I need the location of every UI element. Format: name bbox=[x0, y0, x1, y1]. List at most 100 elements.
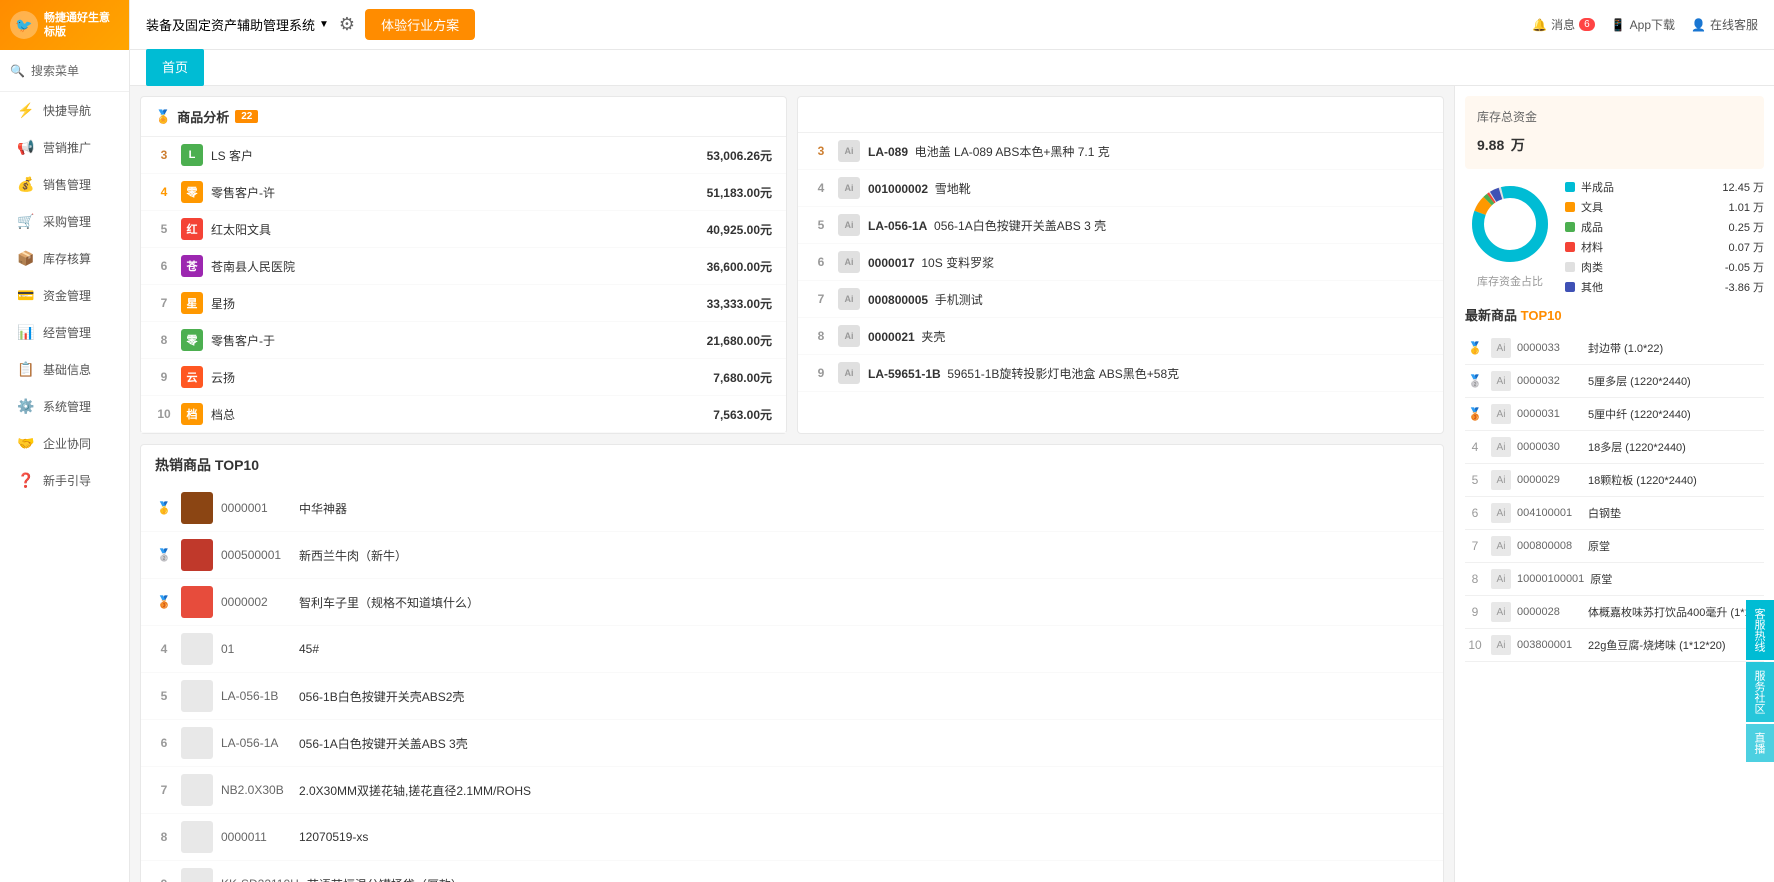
product-icon: Ai bbox=[838, 177, 860, 199]
product-code: LA-056-1A bbox=[221, 736, 291, 750]
rank-row[interactable]: 7 星 星扬 33,333.00元 bbox=[141, 285, 786, 322]
legend-item: 肉类 -0.05 万 bbox=[1565, 259, 1764, 275]
hot-row[interactable]: 5 LA-056-1B 056-1B白色按键开关壳ABS2壳 bbox=[141, 673, 1443, 720]
sidebar-item-guide[interactable]: ❓ 新手引导 bbox=[0, 462, 129, 499]
new-item[interactable]: 🥇 Ai 0000033 封边带 (1.0*22) bbox=[1465, 332, 1764, 365]
sidebar-item-basic[interactable]: 📋 基础信息 bbox=[0, 351, 129, 388]
experience-btn[interactable]: 体验行业方案 bbox=[365, 9, 475, 40]
sidebar-item-coop[interactable]: 🤝 企业协同 bbox=[0, 425, 129, 462]
hot-row[interactable]: 9 KK-SD22110H 花语萌恒温分罐桶袋（厚款） bbox=[141, 861, 1443, 882]
online-service-btn[interactable]: 👤 在线客服 bbox=[1691, 16, 1758, 33]
product-img bbox=[181, 680, 213, 712]
rank-row[interactable]: 3 L LS 客户 53,006.26元 bbox=[141, 137, 786, 174]
topbar: 装备及固定资产辅助管理系统 ▼ ⚙ 体验行业方案 🔔 消息 6 📱 App下载 … bbox=[130, 0, 1774, 50]
basic-icon: 📋 bbox=[17, 361, 35, 378]
float-service-menu: 客服热线 服务社区 直播 bbox=[1746, 600, 1774, 762]
rank-row[interactable]: 5 Ai LA-056-1A 056-1A白色按键开关盖ABS 3 壳 bbox=[798, 207, 1443, 244]
sidebar-item-operation[interactable]: 📊 经营管理 bbox=[0, 314, 129, 351]
rank-row[interactable]: 3 Ai LA-089 电池盖 LA-089 ABS本色+黑种 7.1 克 bbox=[798, 133, 1443, 170]
product-code: 004100001 bbox=[1517, 507, 1582, 519]
notifications-btn[interactable]: 🔔 消息 6 bbox=[1532, 16, 1595, 33]
new-item[interactable]: 4 Ai 0000030 18多层 (1220*2440) bbox=[1465, 431, 1764, 464]
product-name: 056-1B白色按键开关壳ABS2壳 bbox=[299, 688, 1429, 705]
hot-row[interactable]: 🥇 0000001 中华神器 bbox=[141, 485, 1443, 532]
app-download-btn[interactable]: 📱 App下载 bbox=[1611, 16, 1675, 33]
rank-row[interactable]: 9 云 云扬 7,680.00元 bbox=[141, 359, 786, 396]
service-icon: 👤 bbox=[1691, 18, 1706, 32]
rank-row[interactable]: 4 Ai 001000002 雪地靴 bbox=[798, 170, 1443, 207]
legend-item: 其他 -3.86 万 bbox=[1565, 279, 1764, 295]
rank-number: 6 bbox=[812, 255, 830, 269]
product-img bbox=[181, 821, 213, 853]
hot-row[interactable]: 4 01 45# bbox=[141, 626, 1443, 673]
float-live[interactable]: 直播 bbox=[1746, 724, 1774, 762]
rank-row[interactable]: 4 零 零售客户-许 51,183.00元 bbox=[141, 174, 786, 211]
product-icon: Ai bbox=[838, 362, 860, 384]
rank-name: LA-59651-1B 59651-1B旋转投影灯电池盒 ABS黑色+58克 bbox=[868, 365, 1429, 382]
avatar: 零 bbox=[181, 181, 203, 203]
rank-number: 🥈 bbox=[1465, 374, 1485, 388]
sidebar-item-finance[interactable]: 💳 资金管理 bbox=[0, 277, 129, 314]
hot-row[interactable]: 8 0000011 12070519-xs bbox=[141, 814, 1443, 861]
product-code: 01 bbox=[221, 642, 291, 656]
rank-row[interactable]: 6 苍 苍南县人民医院 36,600.00元 bbox=[141, 248, 786, 285]
rank-number: 9 bbox=[155, 877, 173, 882]
hot-row[interactable]: 🥈 000500001 新西兰牛肉（新牛） bbox=[141, 532, 1443, 579]
sidebar-item-marketing[interactable]: 📢 营销推广 bbox=[0, 129, 129, 166]
content-area: 🏅 商品分析 22 3 L LS 客户 53,006.26元 4 零 零 bbox=[130, 86, 1774, 882]
settings-icon[interactable]: ⚙ bbox=[339, 14, 355, 35]
sidebar-nav: ⚡ 快捷导航 📢 营销推广 💰 销售管理 🛒 采购管理 📦 库存核算 💳 资金管… bbox=[0, 92, 129, 882]
product-code: 10000100001 bbox=[1517, 573, 1584, 585]
new-products-title: 最新商品 TOP10 bbox=[1465, 305, 1764, 324]
product-icon: Ai bbox=[1491, 470, 1511, 490]
rank-row[interactable]: 10 档 档总 7,563.00元 bbox=[141, 396, 786, 433]
rank-row[interactable]: 6 Ai 0000017 10S 变料罗浆 bbox=[798, 244, 1443, 281]
new-item[interactable]: 🥈 Ai 0000032 5厘多层 (1220*2440) bbox=[1465, 365, 1764, 398]
product-icon: Ai bbox=[1491, 635, 1511, 655]
rank-name: 零售客户-于 bbox=[211, 332, 699, 349]
product-code: 0000030 bbox=[1517, 441, 1582, 453]
float-service-community[interactable]: 服务社区 bbox=[1746, 662, 1774, 722]
product-code: 0000029 bbox=[1517, 474, 1582, 486]
rank-number: 4 bbox=[155, 642, 173, 656]
rank-row[interactable]: 7 Ai 000800005 手机测试 bbox=[798, 281, 1443, 318]
rank-number: 8 bbox=[1465, 572, 1485, 586]
new-item[interactable]: 5 Ai 0000029 18颗粒板 (1220*2440) bbox=[1465, 464, 1764, 497]
sidebar-item-inventory[interactable]: 📦 库存核算 bbox=[0, 240, 129, 277]
rank-name: 星扬 bbox=[211, 295, 699, 312]
legend-color bbox=[1565, 182, 1575, 192]
sidebar-item-system[interactable]: ⚙️ 系统管理 bbox=[0, 388, 129, 425]
tab-home[interactable]: 首页 bbox=[146, 49, 204, 86]
rank-value: 7,563.00元 bbox=[713, 406, 772, 423]
new-item[interactable]: 6 Ai 004100001 白钢垫 bbox=[1465, 497, 1764, 530]
product-code: 0000033 bbox=[1517, 342, 1582, 354]
rank-row[interactable]: 9 Ai LA-59651-1B 59651-1B旋转投影灯电池盒 ABS黑色+… bbox=[798, 355, 1443, 392]
new-item[interactable]: 10 Ai 003800001 22g鱼豆腐-烧烤味 (1*12*20) bbox=[1465, 629, 1764, 662]
sidebar-item-sales[interactable]: 💰 销售管理 bbox=[0, 166, 129, 203]
operation-icon: 📊 bbox=[17, 324, 35, 341]
sidebar-item-quick[interactable]: ⚡ 快捷导航 bbox=[0, 92, 129, 129]
product-code: 0000031 bbox=[1517, 408, 1582, 420]
float-service-hotline[interactable]: 客服热线 bbox=[1746, 600, 1774, 660]
rank-row[interactable]: 5 红 红太阳文具 40,925.00元 bbox=[141, 211, 786, 248]
hot-row[interactable]: 🥉 0000002 智利车子里（规格不知道填什么） bbox=[141, 579, 1443, 626]
product-name: 056-1A白色按键开关盖ABS 3壳 bbox=[299, 735, 1429, 752]
rank-row[interactable]: 8 零 零售客户-于 21,680.00元 bbox=[141, 322, 786, 359]
product-ranking-card: 3 Ai LA-089 电池盖 LA-089 ABS本色+黑种 7.1 克 4 … bbox=[797, 96, 1444, 434]
topbar-right: 🔔 消息 6 📱 App下载 👤 在线客服 bbox=[1532, 16, 1758, 33]
customer-ranking-header: 🏅 商品分析 22 bbox=[141, 97, 786, 137]
new-item[interactable]: 🥉 Ai 0000031 5厘中纤 (1220*2440) bbox=[1465, 398, 1764, 431]
search-menu-btn[interactable]: 🔍 搜索菜单 bbox=[10, 58, 119, 83]
new-item[interactable]: 9 Ai 0000028 体概嘉枚味苏打饮品400毫升 (1*15) bbox=[1465, 596, 1764, 629]
new-item[interactable]: 7 Ai 000800008 原堂 bbox=[1465, 530, 1764, 563]
hot-row[interactable]: 6 LA-056-1A 056-1A白色按键开关盖ABS 3壳 bbox=[141, 720, 1443, 767]
rank-number: 🥈 bbox=[155, 548, 173, 562]
system-title-dropdown[interactable]: 装备及固定资产辅助管理系统 ▼ bbox=[146, 15, 329, 34]
rank-row[interactable]: 8 Ai 0000021 夹壳 bbox=[798, 318, 1443, 355]
guide-icon: ❓ bbox=[17, 472, 35, 489]
hot-row[interactable]: 7 NB2.0X30B 2.0X30MM双搓花轴,搓花直径2.1MM/ROHS bbox=[141, 767, 1443, 814]
rank-name: 0000021 夹壳 bbox=[868, 328, 1429, 345]
coop-icon: 🤝 bbox=[17, 435, 35, 452]
sidebar-item-purchase[interactable]: 🛒 采购管理 bbox=[0, 203, 129, 240]
new-item[interactable]: 8 Ai 10000100001 原堂 bbox=[1465, 563, 1764, 596]
